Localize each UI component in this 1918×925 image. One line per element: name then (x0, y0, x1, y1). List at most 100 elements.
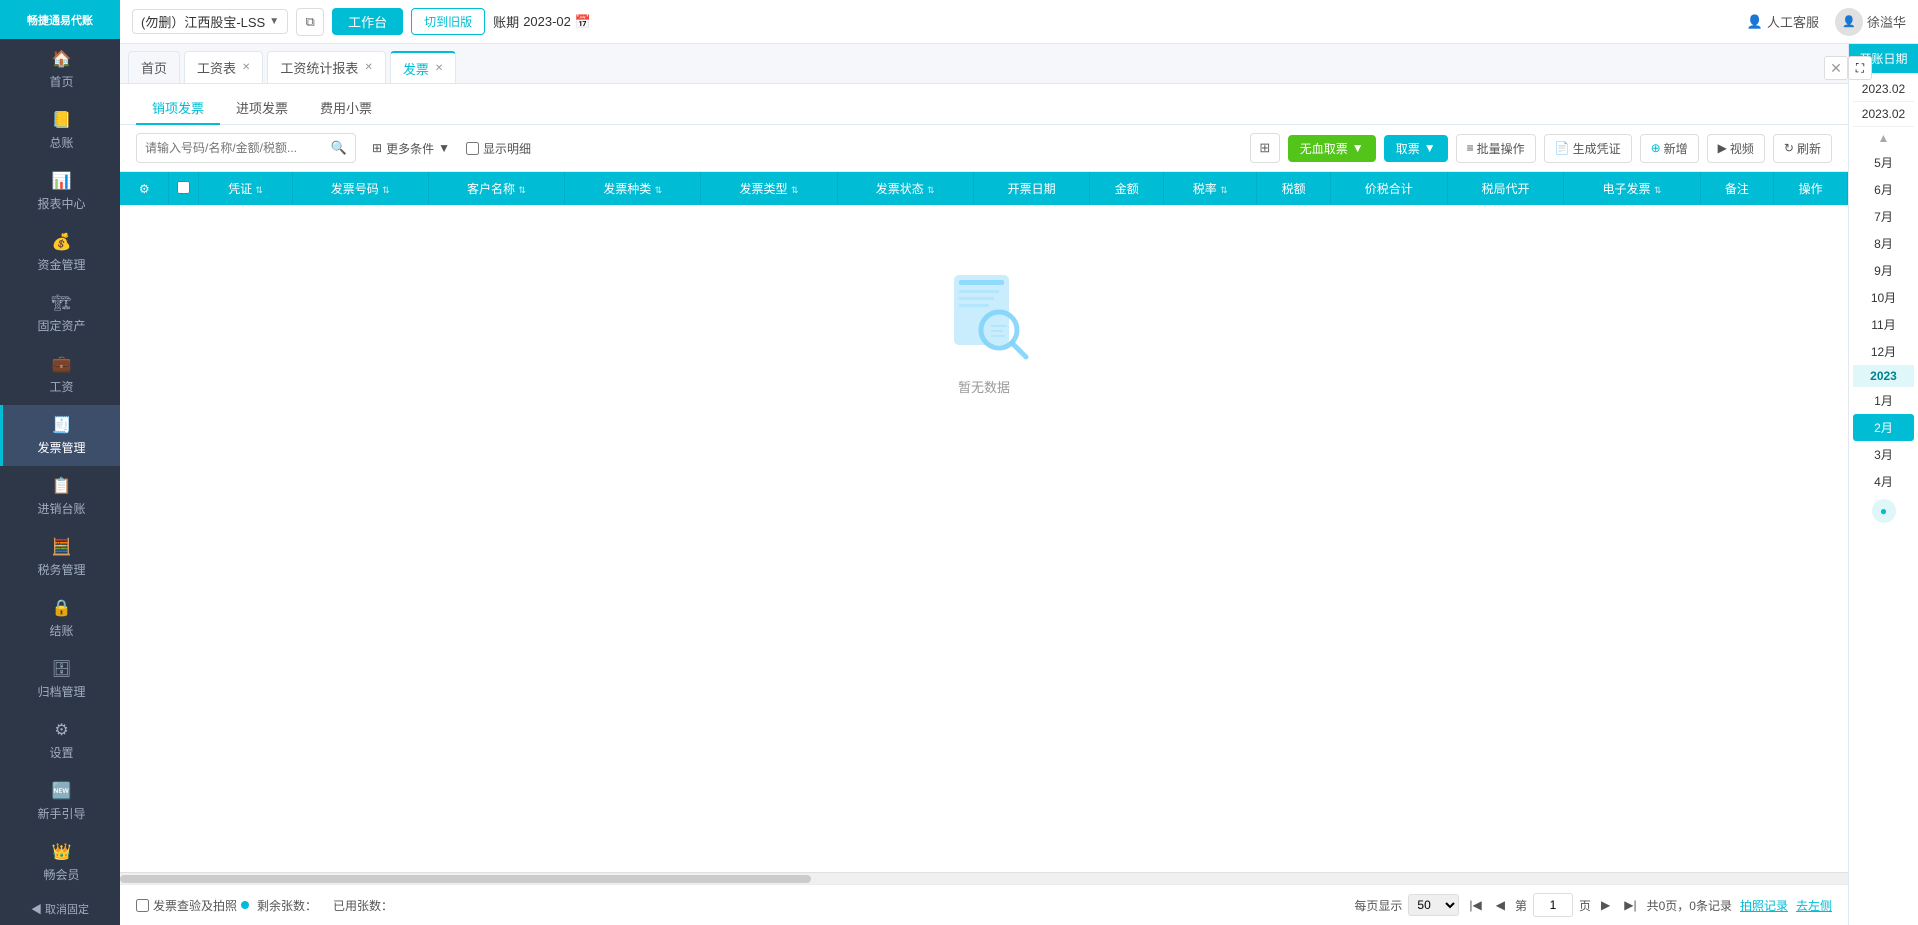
maximize-icon: ⛶ (1856, 61, 1864, 76)
col-tax-rate[interactable]: 税率 ⇅ (1164, 172, 1257, 205)
sidebar-bottom[interactable]: ◀ 取消固定 (0, 893, 120, 925)
sidebar-item-reports[interactable]: 📊 报表中心 (0, 161, 120, 222)
verify-checkbox-area[interactable]: 发票查验及拍照 (136, 897, 249, 914)
col-date: 开票日期 (973, 172, 1090, 205)
scrollbar-thumb[interactable] (120, 875, 811, 883)
col-invoice-category[interactable]: 发票类型 ⇅ (701, 172, 837, 205)
sidebar-item-settings[interactable]: ⚙ 设置 (0, 710, 120, 771)
col-customer[interactable]: 客户名称 ⇅ (428, 172, 564, 205)
first-page-button[interactable]: |◀ (1465, 896, 1485, 914)
tab-invoice[interactable]: 发票 ✕ (390, 51, 456, 83)
period-month-5[interactable]: 5月 (1853, 149, 1914, 176)
sidebar-item-ledger-label: 总账 (49, 134, 73, 151)
next-page-button[interactable]: ▶ (1597, 896, 1614, 914)
tab-salary-label: 工资表 (197, 58, 236, 77)
period-month-3[interactable]: 3月 (1853, 441, 1914, 468)
take-invoice-button[interactable]: 取票 ▼ (1384, 135, 1448, 162)
sidebar-item-close[interactable]: 🔒 结账 (0, 588, 120, 649)
sidebar-item-salary[interactable]: 💼 工资 (0, 344, 120, 405)
gen-voucher-button[interactable]: 📄 生成凭证 (1544, 134, 1632, 163)
video-button[interactable]: ▶ 视频 (1707, 134, 1765, 163)
voucher-sort-icon: ⇅ (255, 185, 263, 195)
period-month-2-active[interactable]: 2月 (1853, 414, 1914, 441)
display-detail-check-input[interactable] (466, 142, 479, 155)
page-number-input[interactable] (1533, 893, 1573, 917)
period-selector[interactable]: 账期 2023-02 📅 (493, 12, 591, 31)
sub-tab-sales[interactable]: 销项发票 (136, 92, 220, 125)
period-year-2023-label[interactable]: 2023 (1853, 365, 1914, 387)
horizontal-scrollbar[interactable] (120, 872, 1848, 884)
sidebar-item-ledger[interactable]: 📒 总账 (0, 100, 120, 161)
tab-salary-stats[interactable]: 工资统计报表 ✕ (267, 51, 385, 83)
tab-home[interactable]: 首页 (128, 51, 180, 83)
new-button[interactable]: ⊕ 新增 (1640, 134, 1699, 163)
page-end-label: 页 (1579, 897, 1591, 914)
per-page-select[interactable]: 50 100 200 (1408, 894, 1459, 916)
empty-text: 暂无数据 (958, 377, 1010, 396)
sidebar-item-tax[interactable]: 🧮 税务管理 (0, 527, 120, 588)
service-label: 人工客服 (1767, 12, 1819, 31)
sidebar-item-invoice[interactable]: 🧾 发票管理 (0, 405, 120, 466)
sidebar-item-fixed-assets[interactable]: 🏗 固定资产 (0, 283, 120, 344)
period-year-2023-02-2[interactable]: 2023.02 (1853, 102, 1914, 127)
close-icon: ✕ (1830, 60, 1842, 77)
more-link[interactable]: 去左侧 (1796, 897, 1832, 914)
search-input[interactable] (145, 141, 327, 155)
sidebar-item-guide[interactable]: 🆕 新手引导 (0, 771, 120, 832)
sub-tab-purchase[interactable]: 进项发票 (220, 92, 304, 125)
col-invoice-no[interactable]: 发票号码 ⇅ (292, 172, 428, 205)
sidebar-item-home[interactable]: 🏠 首页 (0, 39, 120, 100)
sidebar-item-purchase-sales[interactable]: 📋 进销台账 (0, 466, 120, 527)
col-e-invoice[interactable]: 电子发票 ⇅ (1564, 172, 1700, 205)
period-month-6[interactable]: 6月 (1853, 176, 1914, 203)
tab-invoice-close[interactable]: ✕ (435, 63, 443, 74)
user-avatar-area[interactable]: 👤 徐溢华 (1835, 8, 1906, 36)
batch-op-button[interactable]: ≡ 批量操作 (1456, 134, 1536, 163)
col-settings[interactable]: ⚙ (120, 172, 169, 205)
no-invoice-button[interactable]: 无血取票 ▼ (1288, 135, 1376, 162)
add-record-link[interactable]: 拍照记录 (1740, 897, 1788, 914)
col-invoice-status[interactable]: 发票状态 ⇅ (837, 172, 973, 205)
period-month-7[interactable]: 7月 (1853, 203, 1914, 230)
period-bottom-circle[interactable]: ● (1872, 499, 1896, 523)
company-selector[interactable]: (勿删）江西股宝-LSS ▼ (132, 9, 288, 34)
switch-version-button[interactable]: 切到旧版 (411, 8, 485, 35)
period-month-4[interactable]: 4月 (1853, 468, 1914, 495)
tab-salary-stats-close[interactable]: ✕ (364, 62, 372, 73)
period-month-11[interactable]: 11月 (1853, 311, 1914, 338)
sidebar-item-archive[interactable]: 🗄 归档管理 (0, 649, 120, 710)
sub-tab-expense[interactable]: 费用小票 (304, 92, 388, 125)
col-checkbox[interactable] (169, 172, 199, 205)
tab-salary[interactable]: 工资表 ✕ (184, 51, 263, 83)
period-month-8[interactable]: 8月 (1853, 230, 1914, 257)
maximize-button[interactable]: ⛶ (1848, 56, 1872, 80)
sidebar-item-member[interactable]: 👑 畅会员 (0, 832, 120, 893)
customer-service[interactable]: 👤 人工客服 (1747, 12, 1819, 31)
col-voucher[interactable]: 凭证 ⇅ (199, 172, 292, 205)
refresh-button[interactable]: ↻ 刷新 (1773, 134, 1832, 163)
last-page-button[interactable]: ▶| (1620, 896, 1640, 914)
sidebar-item-funds[interactable]: 💰 资金管理 (0, 222, 120, 283)
period-month-10[interactable]: 10月 (1853, 284, 1914, 311)
scroll-up-icon[interactable]: ▲ (1853, 127, 1914, 149)
period-year-2023-02-top-label: 2023.02 (1862, 82, 1905, 96)
workbench-button[interactable]: 工作台 (332, 8, 403, 35)
filter-button[interactable]: ⊞ 更多条件 ▼ (364, 136, 458, 161)
sub-tab-expense-label: 费用小票 (320, 101, 372, 116)
col-invoice-type[interactable]: 发票种类 ⇅ (565, 172, 701, 205)
refresh-label: 刷新 (1797, 140, 1821, 157)
period-year-2023-02-top[interactable]: 2023.02 (1853, 77, 1914, 102)
period-close-button[interactable]: ✕ (1824, 56, 1848, 80)
tab-salary-close[interactable]: ✕ (242, 62, 250, 73)
display-detail-checkbox[interactable]: 显示明细 (466, 140, 531, 157)
period-month-12[interactable]: 12月 (1853, 338, 1914, 365)
prev-page-button[interactable]: ◀ (1492, 896, 1509, 914)
copy-button[interactable]: ⧉ (296, 8, 324, 36)
main-content: 销项发票 进项发票 费用小票 🔍 ⊞ 更多条件 ▼ 显示明细 ⊞ 无血 (120, 84, 1848, 925)
select-all-checkbox[interactable] (177, 181, 190, 194)
grid-settings-button[interactable]: ⊞ (1250, 133, 1280, 163)
period-month-1[interactable]: 1月 (1853, 387, 1914, 414)
sub-tab-sales-label: 销项发票 (152, 101, 204, 116)
period-month-9[interactable]: 9月 (1853, 257, 1914, 284)
verify-checkbox[interactable] (136, 899, 149, 912)
